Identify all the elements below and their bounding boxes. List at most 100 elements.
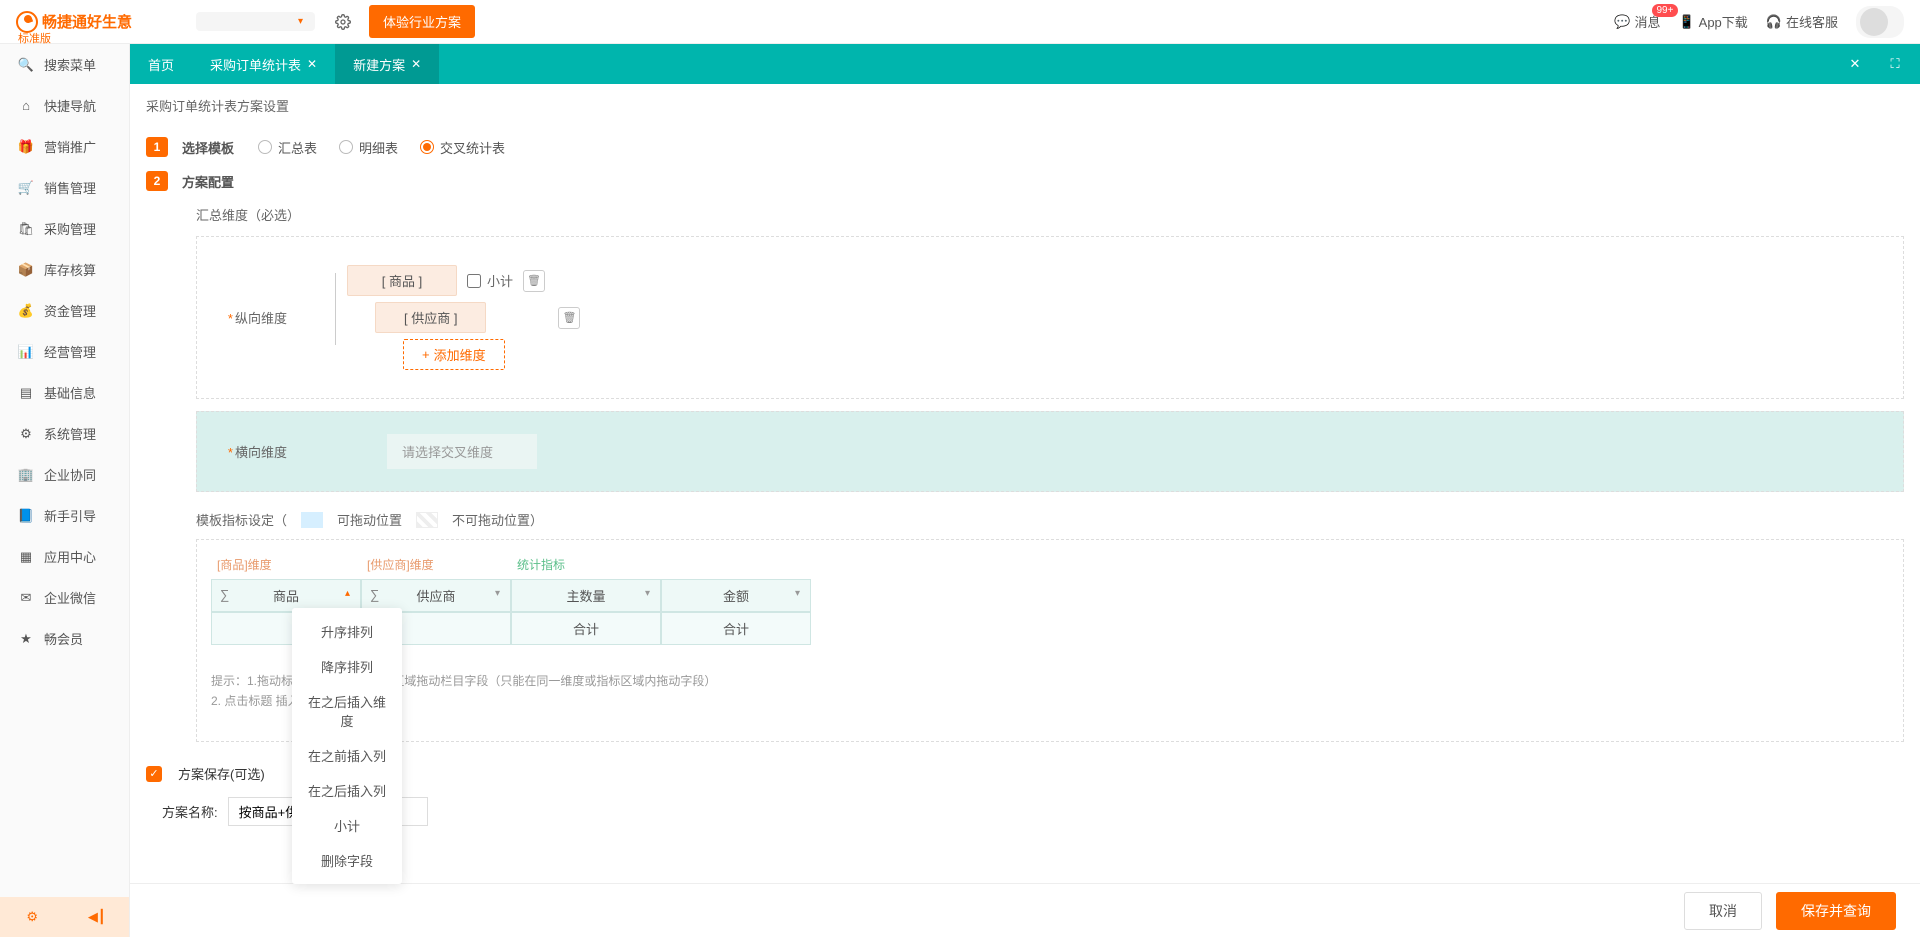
chat-icon: 💬 [1614,14,1630,30]
sumcell-3: 合计 [661,612,811,645]
tab-label: 新建方案 [353,55,405,74]
close-all-icon[interactable]: ✕ [1840,49,1870,79]
sidebar-item-purchase[interactable]: 🛍采购管理 [0,208,129,249]
sidebar-item-member[interactable]: ★畅会员 [0,618,129,659]
tab-stats[interactable]: 采购订单统计表 ✕ [192,44,335,84]
sidebar-item-system[interactable]: ⚙系统管理 [0,413,129,454]
add-dimension-button[interactable]: +添加维度 [403,339,505,370]
sidebar-label: 采购管理 [44,219,96,238]
sidebar-label: 基础信息 [44,383,96,402]
menu-insert-dim-after[interactable]: 在之后插入维度 [292,684,402,738]
sidebar-item-quicknav[interactable]: ⌂快捷导航 [0,85,129,126]
sidebar-item-guide[interactable]: 📘新手引导 [0,495,129,536]
user-menu[interactable] [1856,6,1904,38]
radio-summary[interactable]: 汇总表 [258,138,317,157]
legend-draggable-icon [301,512,323,528]
grid-header-product: [商品]维度 [211,552,361,577]
legend-drag-label: 可拖动位置 [337,510,402,529]
org-selector[interactable]: ▾ [196,12,315,31]
indicator-grid: [商品]维度 [供应商]维度 统计指标 ∑ 商品 ▴ 升 [196,539,1904,742]
home-icon: ⌂ [18,98,34,114]
col-amount[interactable]: 金额 ▾ [661,579,811,612]
sidebar-item-business[interactable]: 📊经营管理 [0,331,129,372]
tab-new-plan[interactable]: 新建方案 ✕ [335,44,439,84]
dim-tag: [ 供应商 ] [375,302,486,333]
close-icon[interactable]: ✕ [411,57,421,71]
col-qty[interactable]: 主数量 ▾ [511,579,661,612]
sidebar-item-wechat[interactable]: ✉企业微信 [0,577,129,618]
messages-link[interactable]: 💬 消息 99+ [1614,12,1660,31]
collapse-btn[interactable]: ◀┃ [65,897,130,937]
col-label: 金额 [723,589,749,604]
settings-gear-icon[interactable] [329,8,357,36]
menu-sort-asc[interactable]: 升序排列 [292,614,402,649]
dim-tree: [ 商品 ] 小计 🗑 [ 供应商 ] 🗑 [347,259,580,376]
name-label: 方案名称: [162,802,218,821]
radio-cross[interactable]: 交叉统计表 [420,138,505,157]
download-label: App下载 [1699,12,1748,31]
support-label: 在线客服 [1786,12,1838,31]
step2-row: 2 方案配置 [146,171,1904,191]
save-label: 方案保存(可选) [178,764,265,783]
sidebar-label: 应用中心 [44,547,96,566]
sidebar-item-inventory[interactable]: 📦库存核算 [0,249,129,290]
wechat-icon: ✉ [18,590,34,606]
step1-row: 1 选择模板 汇总表 明细表 交叉统计表 [146,137,1904,157]
legend-title: 模板指标设定（ [196,510,287,529]
support-link[interactable]: 🎧 在线客服 [1766,12,1838,31]
dim-node-supplier[interactable]: [ 供应商 ] 🗑 [375,302,580,333]
sidebar-label: 库存核算 [44,260,96,279]
logo: 畅捷通好生意 标准版 [16,11,146,33]
tab-label: 采购订单统计表 [210,55,301,74]
save-query-button[interactable]: 保存并查询 [1776,892,1896,930]
menu-subtotal[interactable]: 小计 [292,808,402,843]
sumcell-2: 合计 [511,612,661,645]
menu-insert-col-after[interactable]: 在之后插入列 [292,773,402,808]
gift-icon: 🎁 [18,139,34,155]
sidebar-item-basedata[interactable]: ▤基础信息 [0,372,129,413]
menu-insert-col-before[interactable]: 在之前插入列 [292,738,402,773]
sidebar-item-marketing[interactable]: 🎁营销推广 [0,126,129,167]
delete-icon[interactable]: 🗑 [523,270,545,292]
book-icon: 📘 [18,508,34,524]
topbar: 畅捷通好生意 标准版 ▾ 体验行业方案 💬 消息 99+ 📱 App下载 🎧 在… [0,0,1920,44]
cancel-button[interactable]: 取消 [1684,892,1762,930]
vertical-dim-box: 纵向维度 [ 商品 ] 小计 🗑 [ 供应商 ] [196,236,1904,399]
chevron-down-icon: ▾ [495,588,500,599]
step-badge-2: 2 [146,171,168,191]
solution-button[interactable]: 体验行业方案 [369,5,475,38]
delete-icon[interactable]: 🗑 [558,307,580,329]
radio-detail[interactable]: 明细表 [339,138,398,157]
sidebar-item-finance[interactable]: 💰资金管理 [0,290,129,331]
horizontal-dim-box: 横向维度 请选择交叉维度 [196,411,1904,492]
radio-label: 汇总表 [278,138,317,157]
sidebar-item-search[interactable]: 🔍搜索菜单 [0,44,129,85]
sigma-icon: ∑ [370,587,379,602]
cross-dim-select[interactable]: 请选择交叉维度 [387,434,537,469]
tips: 提示：1.拖动标题 可跨维度或指标区域拖动栏目字段（只能在同一维度或指标区域内拖… [211,671,1889,711]
plan-name-row: 方案名称: [162,797,1904,826]
sidebar-label: 经营管理 [44,342,96,361]
chevron-down-icon: ▾ [795,588,800,599]
col-product[interactable]: ∑ 商品 ▴ 升序排列 降序排列 在之后插入维度 在之前插入列 在之后插入列 [211,579,361,612]
radio-label: 交叉统计表 [440,138,505,157]
sidebar-footer: ⚙ ◀┃ [0,897,129,937]
download-link[interactable]: 📱 App下载 [1678,12,1747,31]
sidebar-item-collab[interactable]: 🏢企业协同 [0,454,129,495]
messages-badge: 99+ [1652,4,1679,17]
settings-btn[interactable]: ⚙ [0,897,65,937]
footer-actions: 取消 保存并查询 [130,883,1920,937]
close-icon[interactable]: ✕ [307,57,317,71]
sidebar-label: 企业协同 [44,465,96,484]
radio-label: 明细表 [359,138,398,157]
save-checkbox[interactable]: ✓ [146,766,162,782]
tab-home[interactable]: 首页 [130,44,192,84]
dim-node-product[interactable]: [ 商品 ] 小计 🗑 [347,265,580,296]
subtotal-checkbox[interactable]: 小计 [467,271,513,290]
menu-sort-desc[interactable]: 降序排列 [292,649,402,684]
phone-icon: 📱 [1678,14,1694,30]
menu-delete-field[interactable]: 删除字段 [292,843,402,878]
fullscreen-icon[interactable]: ⛶ [1880,49,1910,79]
sidebar-item-sales[interactable]: 🛒销售管理 [0,167,129,208]
sidebar-item-apps[interactable]: ▦应用中心 [0,536,129,577]
